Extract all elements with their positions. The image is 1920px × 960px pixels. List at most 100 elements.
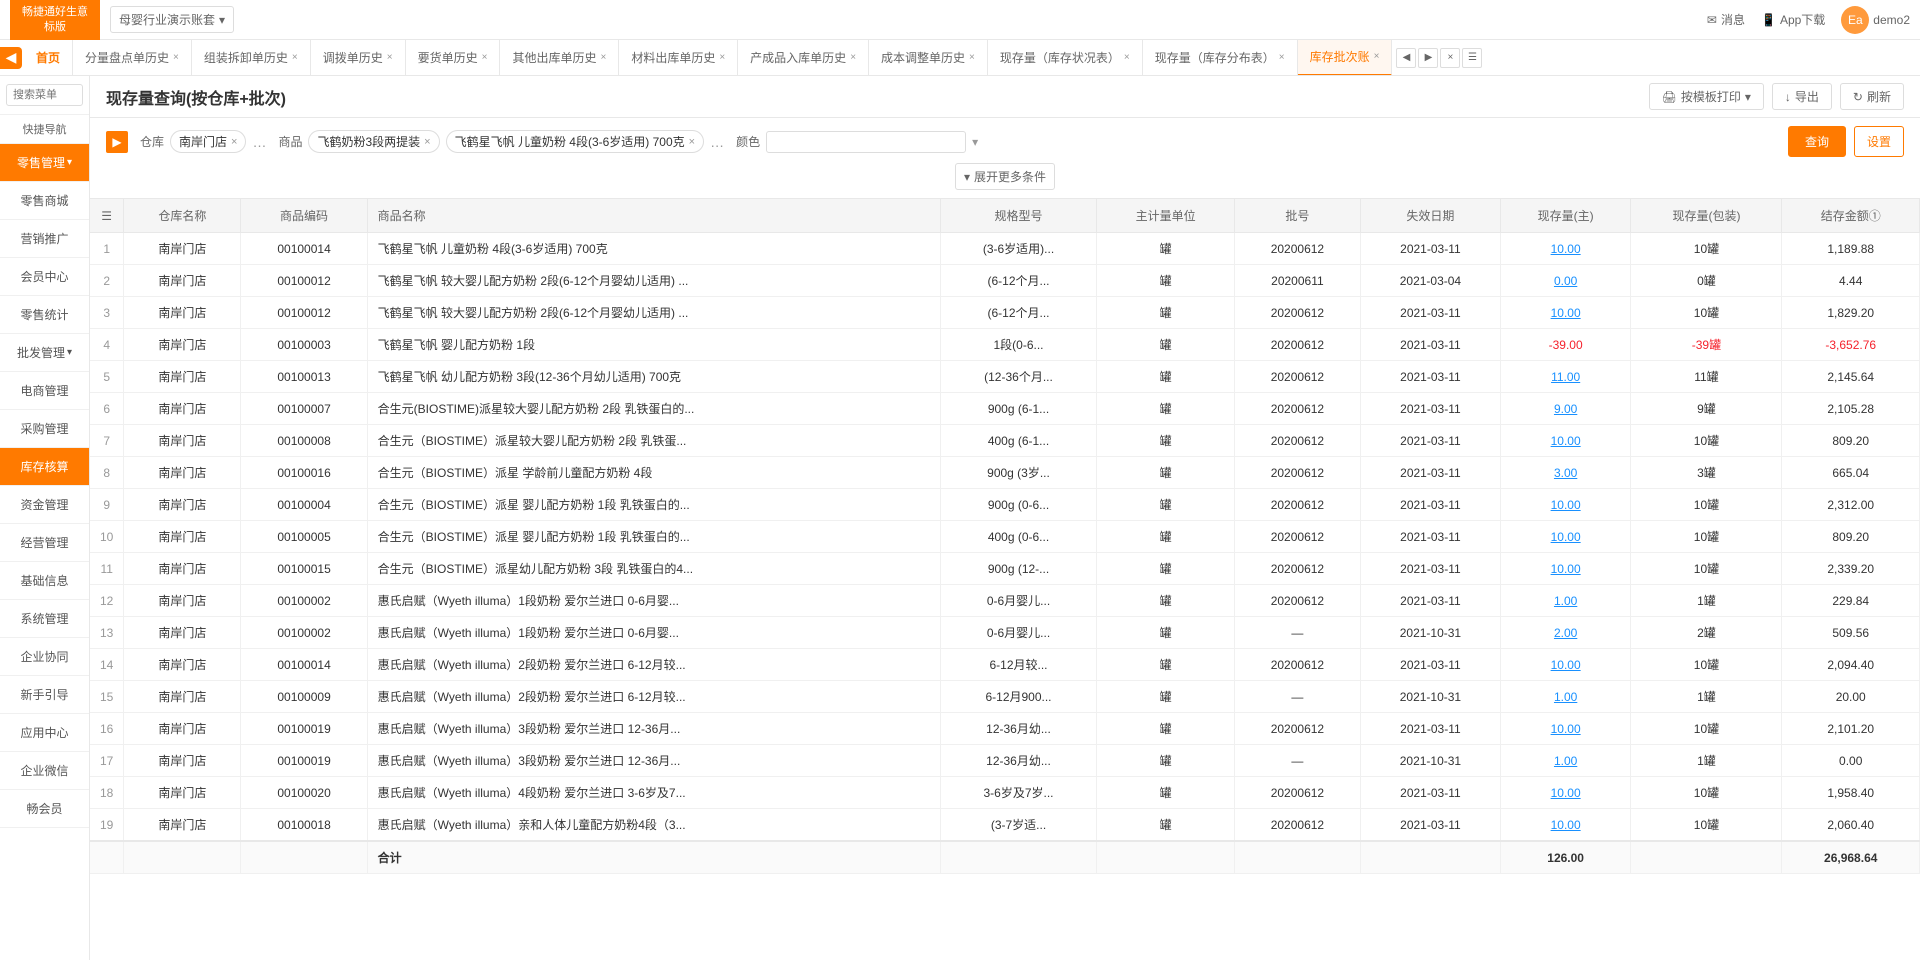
cell-qty-main[interactable]: 10.00 — [1500, 777, 1631, 809]
close-icon[interactable]: × — [719, 52, 725, 63]
app-download-btn[interactable]: 📱 App下载 — [1761, 11, 1825, 28]
close-icon[interactable]: × — [482, 52, 488, 63]
sidebar-item-stats[interactable]: 零售统计 — [0, 296, 89, 334]
close-icon[interactable]: × — [1279, 52, 1285, 63]
cell-qty-main[interactable]: 10.00 — [1500, 521, 1631, 553]
cell-qty-main[interactable]: 3.00 — [1500, 457, 1631, 489]
cell-qty-main[interactable]: 10.00 — [1500, 809, 1631, 842]
settings-btn[interactable]: 设置 — [1854, 126, 1904, 157]
tab-7[interactable]: 产成品入库单历史 × — [738, 40, 869, 76]
print-btn[interactable]: 🖨 按模板打印 ▾ — [1649, 83, 1764, 110]
cell-qty-main[interactable]: -39.00 — [1500, 329, 1631, 361]
close-icon[interactable]: × — [292, 52, 298, 63]
product-more-btn[interactable]: … — [710, 134, 724, 150]
warehouse-tag-close[interactable]: × — [231, 136, 237, 148]
product-tag-1[interactable]: 飞鹤奶粉3段两提装 × — [308, 130, 439, 153]
warehouse-tag[interactable]: 南岸门店 × — [170, 130, 246, 153]
close-icon[interactable]: × — [600, 52, 606, 63]
cell-qty-main[interactable]: 10.00 — [1500, 297, 1631, 329]
color-input[interactable] — [766, 131, 966, 153]
top-right-area: ✉ 消息 📱 App下载 Ea demo2 — [1707, 6, 1910, 34]
nav-menu-btn[interactable]: ☰ — [1462, 48, 1482, 68]
sidebar-item-basic[interactable]: 基础信息 — [0, 562, 89, 600]
cell-amount: 2,312.00 — [1782, 489, 1920, 521]
org-selector[interactable]: 母婴行业演示账套 ▾ — [110, 6, 234, 33]
sidebar-item-ecom[interactable]: 电商管理 — [0, 372, 89, 410]
tab-10[interactable]: 现存量（库存分布表） × — [1143, 40, 1298, 76]
tab-5[interactable]: 其他出库单历史 × — [500, 40, 619, 76]
product-tag-1-close[interactable]: × — [424, 136, 430, 148]
export-btn[interactable]: ↓ 导出 — [1772, 83, 1832, 110]
sidebar-item-operation[interactable]: 经营管理 — [0, 524, 89, 562]
nav-next-btn[interactable]: ▶ — [1418, 48, 1438, 68]
refresh-btn[interactable]: ↻ 刷新 — [1840, 83, 1904, 110]
sidebar-item-purchase[interactable]: 采购管理 — [0, 410, 89, 448]
cell-qty-main[interactable]: 10.00 — [1500, 233, 1631, 265]
cell-qty-main[interactable]: 10.00 — [1500, 425, 1631, 457]
tab-2[interactable]: 组装拆卸单历史 × — [192, 40, 311, 76]
cell-qty-main[interactable]: 0.00 — [1500, 265, 1631, 297]
cell-qty-main[interactable]: 1.00 — [1500, 745, 1631, 777]
expand-more-btn[interactable]: ▾ 展开更多条件 — [955, 163, 1055, 190]
close-icon[interactable]: × — [1124, 52, 1130, 63]
search-input[interactable] — [6, 84, 83, 106]
cell-qty-main[interactable]: 11.00 — [1500, 361, 1631, 393]
cell-qty-main[interactable]: 9.00 — [1500, 393, 1631, 425]
sidebar-item-wholesale[interactable]: 批发管理 ▾ — [0, 334, 89, 372]
query-btn[interactable]: 查询 — [1788, 126, 1846, 157]
sidebar-toggle-btn[interactable]: ◀ — [0, 47, 22, 69]
product-tag-2[interactable]: 飞鹤星飞帆 儿童奶粉 4段(3-6岁适用) 700克 × — [446, 130, 704, 153]
user-profile[interactable]: Ea demo2 — [1841, 6, 1910, 34]
sidebar-item-wechat[interactable]: 企业微信 — [0, 752, 89, 790]
cell-name: 惠氏启赋（Wyeth illuma）3段奶粉 爱尔兰进口 12-36月... — [367, 713, 940, 745]
cell-qty-main[interactable]: 10.00 — [1500, 713, 1631, 745]
filter-expand-toggle[interactable]: ▶ — [106, 131, 128, 153]
nav-prev-btn[interactable]: ◀ — [1396, 48, 1416, 68]
nav-close-btn[interactable]: × — [1440, 48, 1460, 68]
sidebar-item-retail[interactable]: 零售管理 ▾ — [0, 144, 89, 182]
chevron-down-icon: ▾ — [219, 13, 225, 27]
tab-8[interactable]: 成本调整单历史 × — [869, 40, 988, 76]
product-tag-2-close[interactable]: × — [689, 136, 695, 148]
cell-qty-main[interactable]: 1.00 — [1500, 681, 1631, 713]
cell-name: 合生元(BIOSTIME)派星较大婴儿配方奶粉 2段 乳铁蛋白的... — [367, 393, 940, 425]
tab-11-active[interactable]: 库存批次账 × — [1298, 40, 1393, 76]
sidebar-item-guide[interactable]: 新手引导 — [0, 676, 89, 714]
sidebar-item-marketing[interactable]: 营销推广 — [0, 220, 89, 258]
message-btn[interactable]: ✉ 消息 — [1707, 11, 1745, 28]
sidebar-item-member2[interactable]: 畅会员 — [0, 790, 89, 828]
color-label: 颜色 — [736, 133, 760, 150]
sidebar-quick-nav[interactable]: 快捷导航 — [0, 115, 89, 144]
sidebar-item-inventory[interactable]: 库存核算 — [0, 448, 89, 486]
sidebar-item-apps[interactable]: 应用中心 — [0, 714, 89, 752]
footer-empty — [1097, 841, 1234, 874]
tab-home[interactable]: 首页 — [24, 40, 73, 76]
close-icon[interactable]: × — [850, 52, 856, 63]
tab-4[interactable]: 要货单历史 × — [406, 40, 501, 76]
sidebar-item-mall[interactable]: 零售商城 — [0, 182, 89, 220]
tab-1[interactable]: 分量盘点单历史 × — [73, 40, 192, 76]
cell-qty-main[interactable]: 10.00 — [1500, 553, 1631, 585]
cell-qty-main[interactable]: 10.00 — [1500, 489, 1631, 521]
tab-3[interactable]: 调拨单历史 × — [311, 40, 406, 76]
cell-amount: 229.84 — [1782, 585, 1920, 617]
cell-code: 00100020 — [241, 777, 367, 809]
warehouse-more-btn[interactable]: … — [252, 134, 266, 150]
sidebar-item-collab[interactable]: 企业协同 — [0, 638, 89, 676]
sidebar-item-member[interactable]: 会员中心 — [0, 258, 89, 296]
sidebar: 快捷导航 零售管理 ▾ 零售商城 营销推广 会员中心 零售统计 批发管理 ▾ 电… — [0, 76, 90, 960]
sidebar-item-finance[interactable]: 资金管理 — [0, 486, 89, 524]
table-row: 15 南岸门店 00100009 惠氏启赋（Wyeth illuma）2段奶粉 … — [90, 681, 1920, 713]
tab-6[interactable]: 材料出库单历史 × — [619, 40, 738, 76]
cell-qty-main[interactable]: 10.00 — [1500, 649, 1631, 681]
close-icon[interactable]: × — [173, 52, 179, 63]
cell-qty-main[interactable]: 2.00 — [1500, 617, 1631, 649]
footer-empty — [124, 841, 241, 874]
tab-9[interactable]: 现存量（库存状况表） × — [988, 40, 1143, 76]
cell-qty-main[interactable]: 1.00 — [1500, 585, 1631, 617]
close-icon[interactable]: × — [969, 52, 975, 63]
th-spec: 规格型号 — [940, 199, 1097, 233]
sidebar-item-system[interactable]: 系统管理 — [0, 600, 89, 638]
close-icon[interactable]: × — [387, 52, 393, 63]
close-icon[interactable]: × — [1374, 51, 1380, 62]
